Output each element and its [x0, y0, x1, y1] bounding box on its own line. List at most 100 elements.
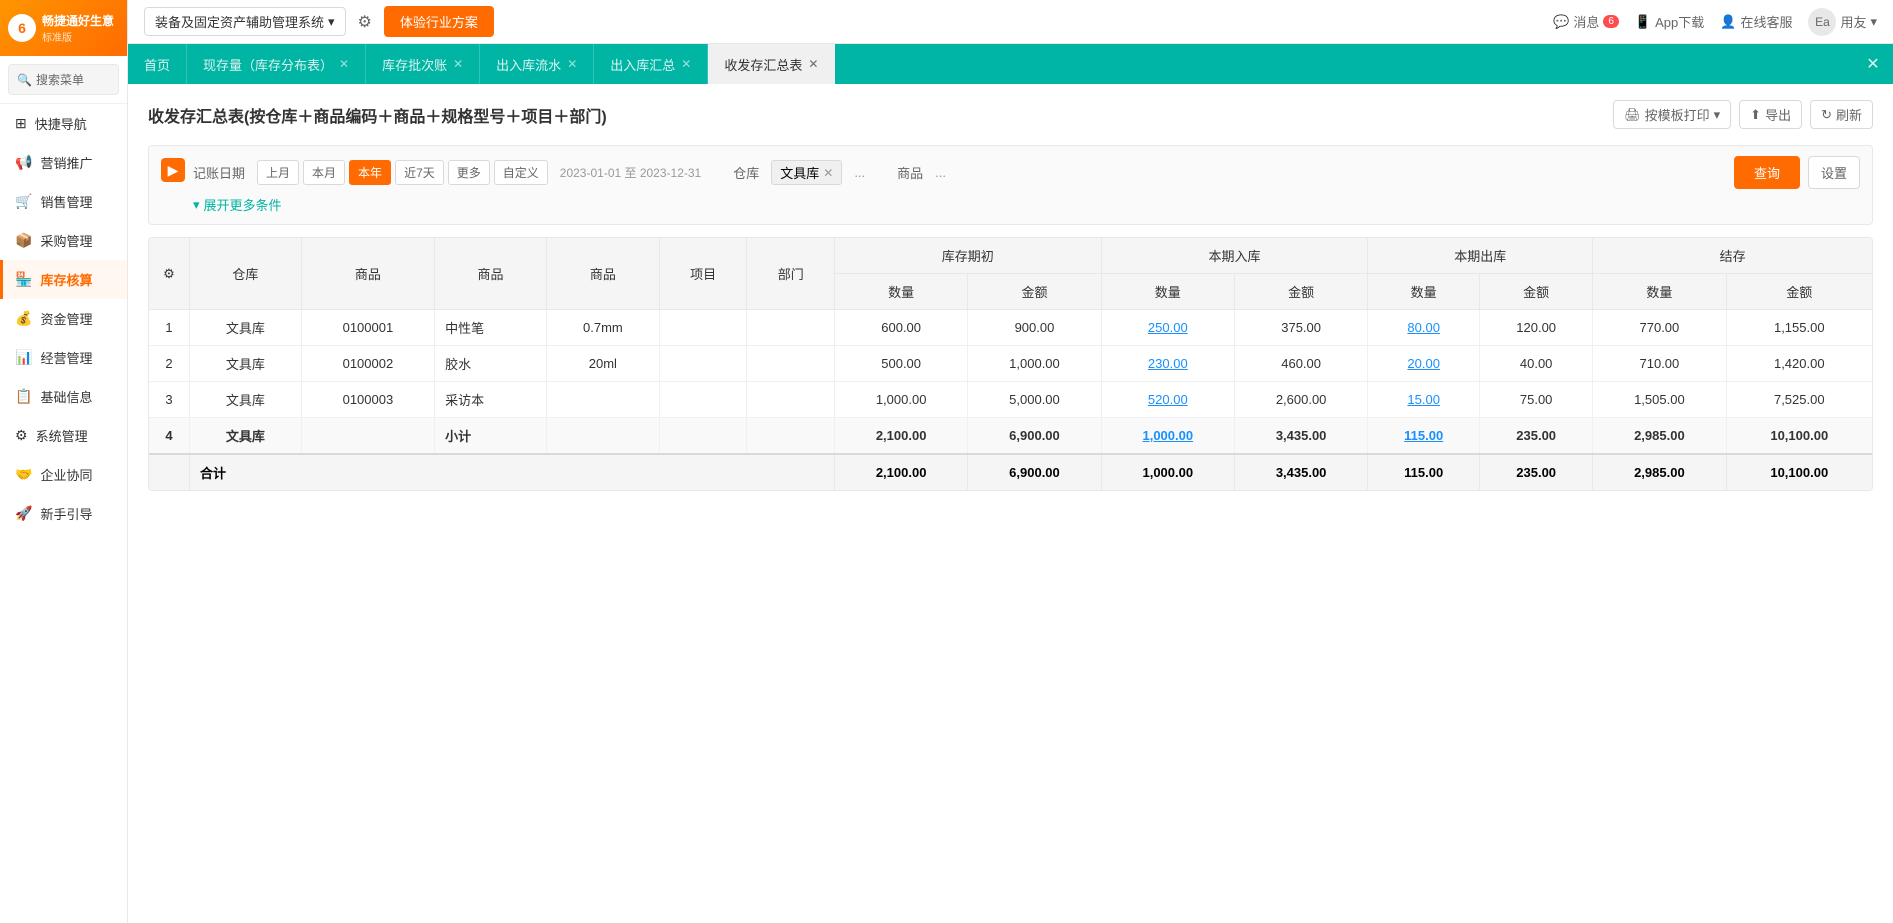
- row-out-qty[interactable]: 80.00: [1368, 310, 1480, 346]
- tab-close-inventory-dist[interactable]: ✕: [339, 57, 349, 71]
- row-code: [301, 418, 434, 455]
- close-all-tabs-button[interactable]: ✕: [1853, 44, 1893, 84]
- guide-icon: 🚀: [15, 505, 32, 522]
- col-in-amt-header: 金额: [1234, 274, 1367, 310]
- row-opening-amt: 6,900.00: [968, 418, 1101, 455]
- row-balance-amt: 1,420.00: [1726, 346, 1872, 382]
- logo-icon: 6: [8, 14, 36, 42]
- settings-icon[interactable]: ⚙: [358, 12, 372, 32]
- filter-row-1: 记账日期 上月 本月 本年 近7天 更多 自定义 2023-01-01 至 20…: [193, 156, 1860, 189]
- goods-more[interactable]: ...: [935, 165, 946, 180]
- settings-button[interactable]: 设置: [1808, 156, 1860, 189]
- sidebar-item-operation[interactable]: 📊 经营管理: [0, 338, 127, 377]
- export-icon: ⬆: [1750, 107, 1761, 123]
- try-industry-button[interactable]: 体验行业方案: [384, 6, 494, 37]
- row-no: 4: [149, 418, 190, 455]
- col-in-header: 本期入库: [1101, 238, 1368, 274]
- row-in-qty[interactable]: 520.00: [1101, 382, 1234, 418]
- row-in-qty[interactable]: 230.00: [1101, 346, 1234, 382]
- warehouse-more[interactable]: ...: [854, 165, 865, 180]
- message-button[interactable]: 💬 消息 6: [1553, 12, 1619, 31]
- row-project: [659, 418, 747, 455]
- row-opening-amt: 1,000.00: [968, 346, 1101, 382]
- row-out-qty[interactable]: 15.00: [1368, 382, 1480, 418]
- date-curr-year[interactable]: 本年: [349, 160, 391, 185]
- tab-bar: 首页 现存量（库存分布表） ✕ 库存批次账 ✕ 出入库流水 ✕ 出入库汇总 ✕ …: [128, 44, 1893, 84]
- row-code: 0100001: [301, 310, 434, 346]
- row-in-qty[interactable]: 250.00: [1101, 310, 1234, 346]
- table-settings-icon[interactable]: ⚙: [159, 264, 179, 284]
- date-more[interactable]: 更多: [448, 160, 490, 185]
- date-curr-month[interactable]: 本月: [303, 160, 345, 185]
- row-dept: [747, 418, 835, 455]
- row-out-qty[interactable]: 20.00: [1368, 346, 1480, 382]
- tab-collection-summary[interactable]: 收发存汇总表 ✕: [708, 44, 835, 84]
- page-inner: 收发存汇总表(按仓库＋商品编码＋商品＋规格型号＋项目＋部门) 🖨 按模板打印 ▾…: [128, 84, 1893, 923]
- sidebar-item-marketing[interactable]: 📢 营销推广: [0, 143, 127, 182]
- row-in-qty[interactable]: 1,000.00: [1101, 418, 1234, 455]
- row-dept: [747, 310, 835, 346]
- footer-settings: [149, 454, 190, 490]
- sidebar-search[interactable]: 🔍 搜索菜单: [0, 56, 127, 104]
- row-spec: [546, 418, 659, 455]
- sidebar-item-purchase[interactable]: 📦 采购管理: [0, 221, 127, 260]
- col-project-header: 项目: [659, 238, 747, 310]
- tab-home[interactable]: 首页: [128, 44, 187, 84]
- sidebar-item-quick-nav[interactable]: ⊞ 快捷导航: [0, 104, 127, 143]
- avatar: Ea: [1808, 8, 1836, 36]
- date-custom[interactable]: 自定义: [494, 160, 548, 185]
- filter-toggle-button[interactable]: ▶: [161, 158, 185, 182]
- data-table-container: ⚙ 仓库 商品 商品 商品 项目 部门 库存期初 本期入库 本期出库 结存: [148, 237, 1873, 491]
- row-warehouse: 文具库: [190, 418, 302, 455]
- marketing-icon: 📢: [15, 154, 32, 171]
- row-balance-amt: 1,155.00: [1726, 310, 1872, 346]
- date-7days[interactable]: 近7天: [395, 160, 444, 185]
- table-row: 2 文具库 0100002 胶水 20ml 500.00 1,000.00 23…: [149, 346, 1872, 382]
- topbar-right: 💬 消息 6 📱 App下载 👤 在线客服 Ea 用友 ▾: [1553, 8, 1877, 36]
- row-in-amt: 375.00: [1234, 310, 1367, 346]
- sidebar-item-sales[interactable]: 🛒 销售管理: [0, 182, 127, 221]
- tab-close-in-out-flow[interactable]: ✕: [567, 57, 577, 71]
- tab-close-batch-account[interactable]: ✕: [453, 57, 463, 71]
- sidebar-item-system[interactable]: ⚙ 系统管理: [0, 416, 127, 455]
- col-spec-header: 商品: [546, 238, 659, 310]
- sidebar-item-guide[interactable]: 🚀 新手引导: [0, 494, 127, 533]
- query-button[interactable]: 查询: [1734, 156, 1800, 189]
- tab-batch-account[interactable]: 库存批次账 ✕: [366, 44, 480, 84]
- refresh-button[interactable]: ↻ 刷新: [1810, 100, 1873, 129]
- tab-close-in-out-summary[interactable]: ✕: [681, 57, 691, 71]
- tab-inventory-dist[interactable]: 现存量（库存分布表） ✕: [187, 44, 366, 84]
- row-name: 中性笔: [435, 310, 547, 346]
- sidebar-item-finance[interactable]: 💰 资金管理: [0, 299, 127, 338]
- print-template-button[interactable]: 🖨 按模板打印 ▾: [1613, 100, 1731, 129]
- date-label: 记账日期: [193, 163, 245, 182]
- tab-in-out-summary[interactable]: 出入库汇总 ✕: [594, 44, 708, 84]
- date-prev-month[interactable]: 上月: [257, 160, 299, 185]
- row-balance-qty: 1,505.00: [1593, 382, 1726, 418]
- sidebar-item-basic[interactable]: 📋 基础信息: [0, 377, 127, 416]
- app-download-button[interactable]: 📱 App下载: [1635, 12, 1704, 31]
- row-out-qty[interactable]: 115.00: [1368, 418, 1480, 455]
- sidebar-item-enterprise[interactable]: 🤝 企业协同: [0, 455, 127, 494]
- tab-close-collection-summary[interactable]: ✕: [808, 57, 818, 71]
- row-spec: [546, 382, 659, 418]
- search-menu-button[interactable]: 🔍 搜索菜单: [8, 64, 119, 95]
- chevron-down-icon: ▾: [193, 197, 200, 213]
- online-service-button[interactable]: 👤 在线客服: [1720, 12, 1792, 31]
- user-menu[interactable]: Ea 用友 ▾: [1808, 8, 1877, 36]
- tab-in-out-flow[interactable]: 出入库流水 ✕: [480, 44, 594, 84]
- dropdown-icon: ▾: [328, 14, 335, 30]
- page-top-actions: 🖨 按模板打印 ▾ ⬆ 导出 ↻ 刷新: [1613, 100, 1873, 129]
- dropdown-icon: ▾: [1714, 107, 1721, 123]
- row-opening-qty: 600.00: [834, 310, 967, 346]
- basic-icon: 📋: [15, 388, 32, 405]
- row-opening-amt: 5,000.00: [968, 382, 1101, 418]
- system-selector[interactable]: 装备及固定资产辅助管理系统 ▾: [144, 7, 346, 36]
- footer-out-qty: 115.00: [1368, 454, 1480, 490]
- row-project: [659, 310, 747, 346]
- sidebar-item-inventory[interactable]: 🏪 库存核算: [0, 260, 127, 299]
- expand-conditions-button[interactable]: ▾ 展开更多条件: [193, 195, 282, 214]
- export-button[interactable]: ⬆ 导出: [1739, 100, 1802, 129]
- print-icon: 🖨: [1624, 107, 1641, 123]
- warehouse-remove-icon[interactable]: ✕: [823, 166, 833, 180]
